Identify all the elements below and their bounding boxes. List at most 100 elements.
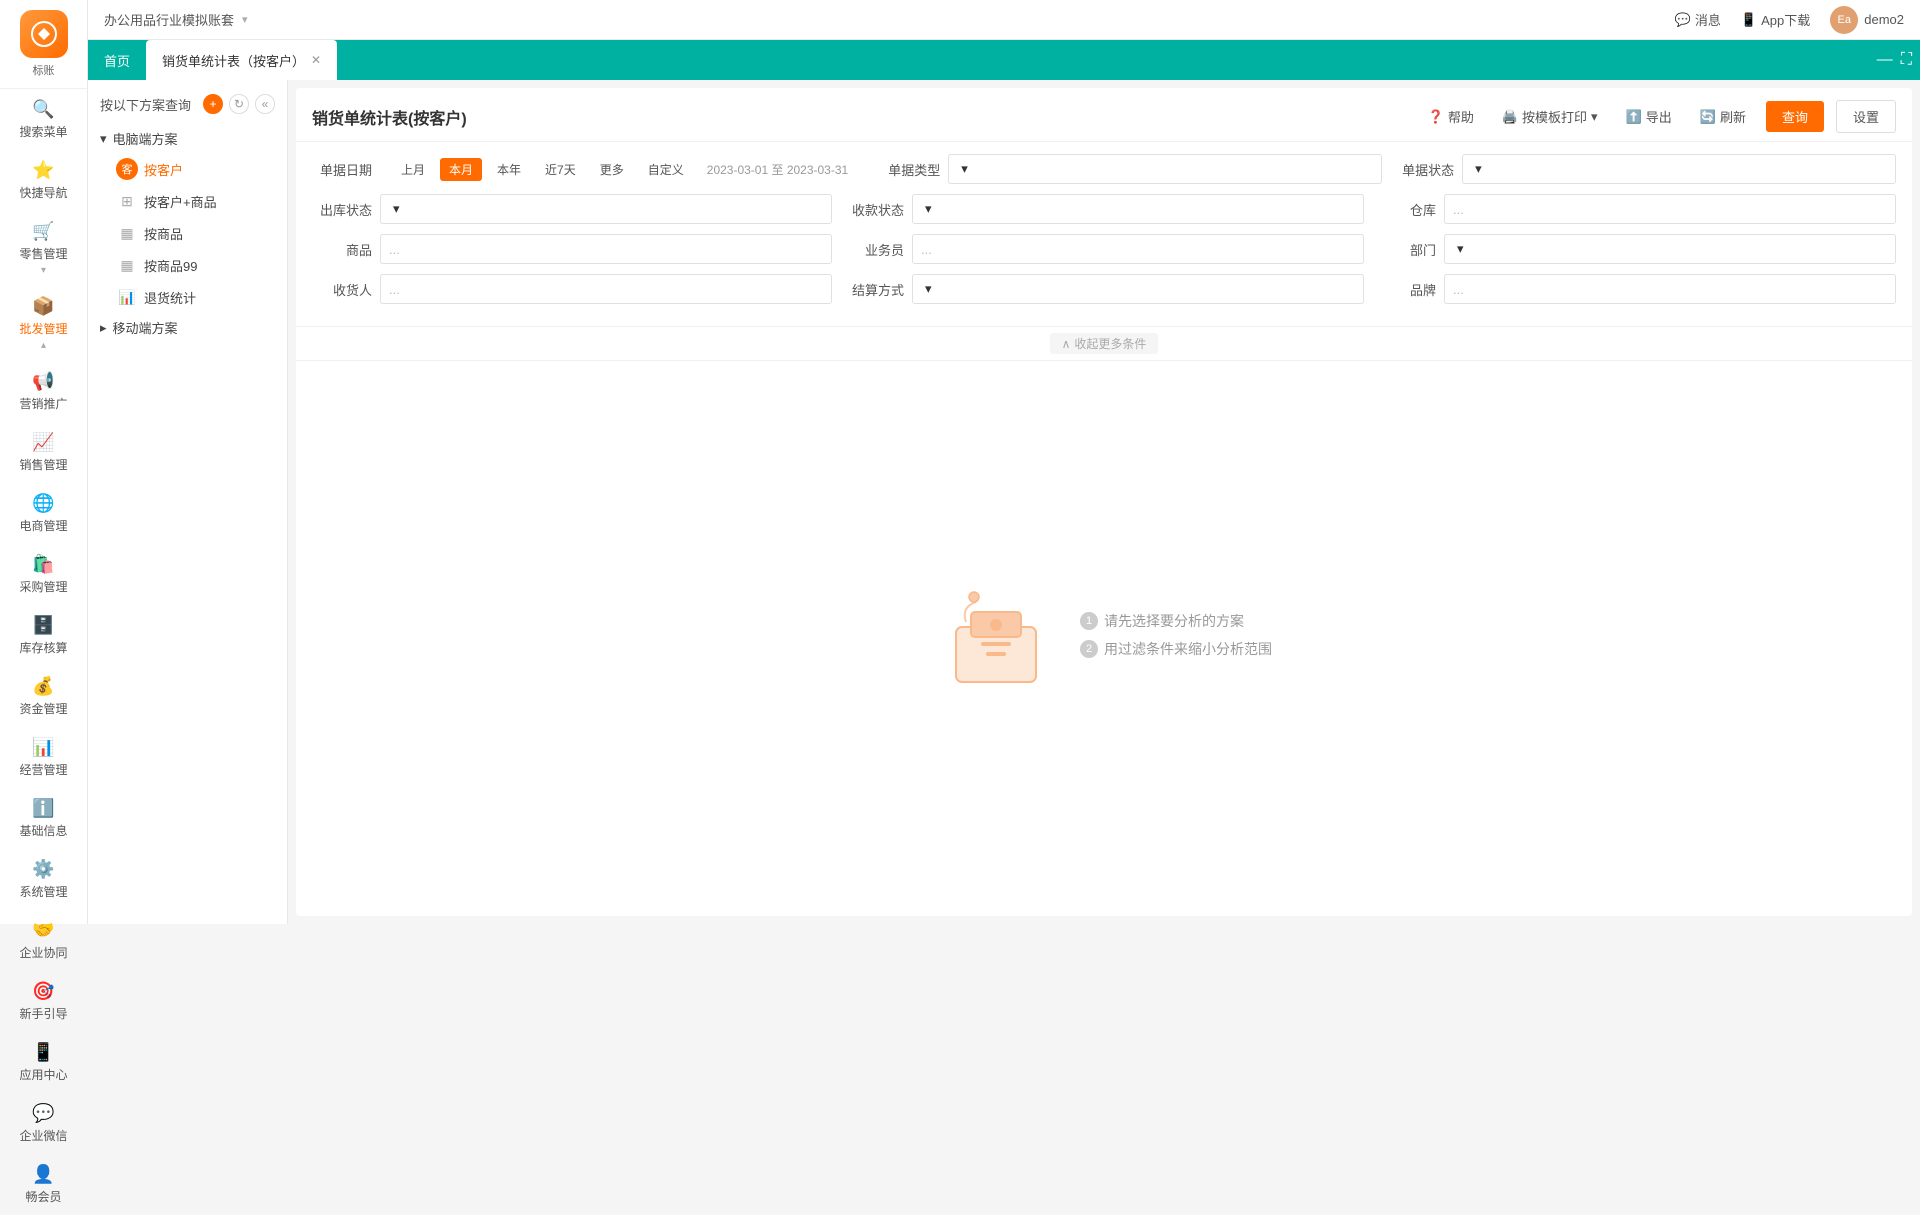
customer-product-icon: ⊞	[116, 190, 138, 212]
sidebar-item-operations[interactable]: 📊 经营管理	[0, 727, 87, 788]
tree-parent-desktop[interactable]: ▾ 电脑端方案	[88, 124, 287, 153]
search-icon: 🔍	[32, 99, 54, 120]
sidebar-item-retail[interactable]: 🛒 零售管理 ▾	[0, 211, 87, 286]
settings-button[interactable]: 设置	[1836, 100, 1896, 133]
out-status-select[interactable]: ▾	[380, 194, 832, 224]
chevron-down-icon: ▾	[41, 265, 46, 276]
title-dropdown-arrow[interactable]: ▾	[242, 13, 248, 26]
user-profile-button[interactable]: Ea demo2	[1830, 6, 1904, 34]
sidebar-item-finance[interactable]: 💰 资金管理	[0, 666, 87, 727]
sidebar-item-quick-nav[interactable]: ⭐ 快捷导航	[0, 150, 87, 211]
sidebar-item-purchase[interactable]: 🛍️ 采购管理	[0, 544, 87, 605]
out-status-label: 出库状态	[312, 200, 372, 219]
add-scheme-button[interactable]: +	[203, 94, 223, 114]
minimize-window-button[interactable]: —	[1877, 51, 1893, 69]
product-filter: 商品 ...	[312, 234, 832, 264]
help-button[interactable]: ❓ 帮助	[1420, 103, 1482, 130]
refresh-icon: 🔄	[1700, 109, 1716, 125]
sidebar-item-label: 营销推广	[19, 395, 67, 412]
refresh-button[interactable]: 🔄 刷新	[1692, 103, 1754, 130]
chevron-up-icon: ▴	[41, 340, 46, 351]
tree-expand-icon: ▾	[100, 131, 107, 147]
payment-method-select[interactable]: ▾	[912, 274, 1364, 304]
print-template-button[interactable]: 🖨️ 按模板打印 ▾	[1494, 103, 1606, 130]
department-select[interactable]: ▾	[1444, 234, 1896, 264]
sidebar-item-new-guide[interactable]: 🎯 新手引导	[0, 971, 87, 1032]
sidebar-item-search[interactable]: 🔍 搜索菜单	[0, 89, 87, 150]
tree-child-by-customer-product[interactable]: ⊞ 按客户+商品	[88, 185, 287, 217]
sidebar-item-marketing[interactable]: 📢 营销推广	[0, 361, 87, 422]
handshake-icon: 🤝	[32, 920, 54, 941]
tree-child-by-product-99[interactable]: ▦ 按商品99	[88, 249, 287, 281]
sidebar-item-label: 企业协同	[19, 944, 67, 961]
tree-child-returns-stat[interactable]: 📊 退货统计	[88, 281, 287, 313]
tab-home[interactable]: 首页	[88, 40, 146, 80]
collapse-panel-button[interactable]: «	[255, 94, 275, 114]
sidebar-item-label: 电商管理	[19, 517, 67, 534]
salesperson-label: 业务员	[844, 240, 904, 259]
sidebar-item-sales-mgmt[interactable]: 📈 销售管理	[0, 422, 87, 483]
tab-close-button[interactable]: ✕	[311, 53, 321, 67]
sales-stat-tab-label: 销货单统计表（按客户）	[162, 51, 305, 70]
sidebar-item-inventory[interactable]: 🗄️ 库存核算	[0, 605, 87, 666]
message-label: 消息	[1695, 10, 1721, 29]
sidebar-item-label: 应用中心	[19, 1066, 67, 1083]
message-button[interactable]: 💬 消息	[1675, 10, 1721, 29]
this-year-button[interactable]: 本年	[488, 158, 530, 181]
chart-icon: 📈	[32, 432, 54, 453]
money-icon: 💰	[32, 676, 54, 697]
returns-icon: 📊	[116, 286, 138, 308]
scheme-actions: + ↻ «	[203, 94, 275, 114]
warehouse-select[interactable]: ...	[1444, 194, 1896, 224]
payment-status-select[interactable]: ▾	[912, 194, 1364, 224]
sidebar-item-label: 批发管理	[19, 320, 67, 337]
payment-status-filter: 收款状态 ▾	[844, 194, 1364, 224]
tree-parent-mobile[interactable]: ▸ 移动端方案	[88, 313, 287, 342]
sidebar-item-label: 资金管理	[19, 700, 67, 717]
tab-sales-stat[interactable]: 销货单统计表（按客户） ✕	[146, 40, 337, 80]
this-month-button[interactable]: 本月	[440, 158, 482, 181]
payment-status-label: 收款状态	[844, 200, 904, 219]
sidebar-item-ecommerce[interactable]: 🌐 电商管理	[0, 483, 87, 544]
sidebar-item-app-center[interactable]: 📱 应用中心	[0, 1032, 87, 1093]
department-arrow: ▾	[1457, 241, 1464, 257]
doc-type-select[interactable]: ▾	[948, 154, 1382, 184]
tree-child-by-customer[interactable]: 客 按客户	[88, 153, 287, 185]
sidebar-item-basic-info[interactable]: ℹ️ 基础信息	[0, 788, 87, 849]
custom-date-button[interactable]: 自定义	[639, 158, 693, 181]
last-7days-button[interactable]: 近7天	[536, 158, 585, 181]
scheme-label: 按以下方案查询	[100, 95, 191, 114]
out-status-filter: 出库状态 ▾	[312, 194, 832, 224]
receiver-label: 收货人	[312, 280, 372, 299]
product-select[interactable]: ...	[380, 234, 832, 264]
brand-label: 品牌	[1376, 280, 1436, 299]
sidebar-item-wholesale[interactable]: 📦 批发管理 ▴	[0, 286, 87, 361]
salesperson-select[interactable]: ...	[912, 234, 1364, 264]
sidebar-item-member[interactable]: 👤 畅会员	[0, 1154, 87, 1215]
last-month-button[interactable]: 上月	[392, 158, 434, 181]
export-button[interactable]: ⬆️ 导出	[1618, 103, 1680, 130]
query-button[interactable]: 查询	[1766, 101, 1824, 132]
page-content: 按以下方案查询 + ↻ « ▾ 电脑端方案 客 按客户 ⊞ 按客户	[88, 80, 1920, 924]
refresh-scheme-button[interactable]: ↻	[229, 94, 249, 114]
package-icon: 📦	[32, 296, 54, 317]
info-icon: ℹ️	[32, 798, 54, 819]
more-date-button[interactable]: 更多	[591, 158, 633, 181]
app-download-button[interactable]: 📱 App下载	[1741, 10, 1810, 29]
mobile-icon: 📱	[32, 1042, 54, 1063]
empty-text: 1 请先选择要分析的方案 2 用过滤条件来缩小分析范围	[1080, 611, 1272, 667]
sidebar-item-label: 快捷导航	[19, 184, 67, 201]
sidebar-item-system[interactable]: ⚙️ 系统管理	[0, 849, 87, 910]
main-content: 办公用品行业模拟账套 ▾ 💬 消息 📱 App下载 Ea demo2 首页	[88, 0, 1920, 924]
doc-status-select[interactable]: ▾	[1462, 154, 1896, 184]
receiver-select[interactable]: ...	[380, 274, 832, 304]
sidebar-item-label: 基础信息	[19, 822, 67, 839]
maximize-window-button[interactable]: ⛶	[1901, 51, 1912, 69]
collapse-more-button[interactable]: ∧ 收起更多条件	[1050, 333, 1159, 354]
customer-scheme-icon: 客	[116, 158, 138, 180]
sidebar-item-enterprise-wechat[interactable]: 💬 企业微信	[0, 1093, 87, 1154]
brand-select[interactable]: ...	[1444, 274, 1896, 304]
sidebar-item-enterprise[interactable]: 🤝 企业协同	[0, 910, 87, 971]
receiver-filter: 收货人 ...	[312, 274, 832, 304]
tree-child-by-product[interactable]: ▦ 按商品	[88, 217, 287, 249]
